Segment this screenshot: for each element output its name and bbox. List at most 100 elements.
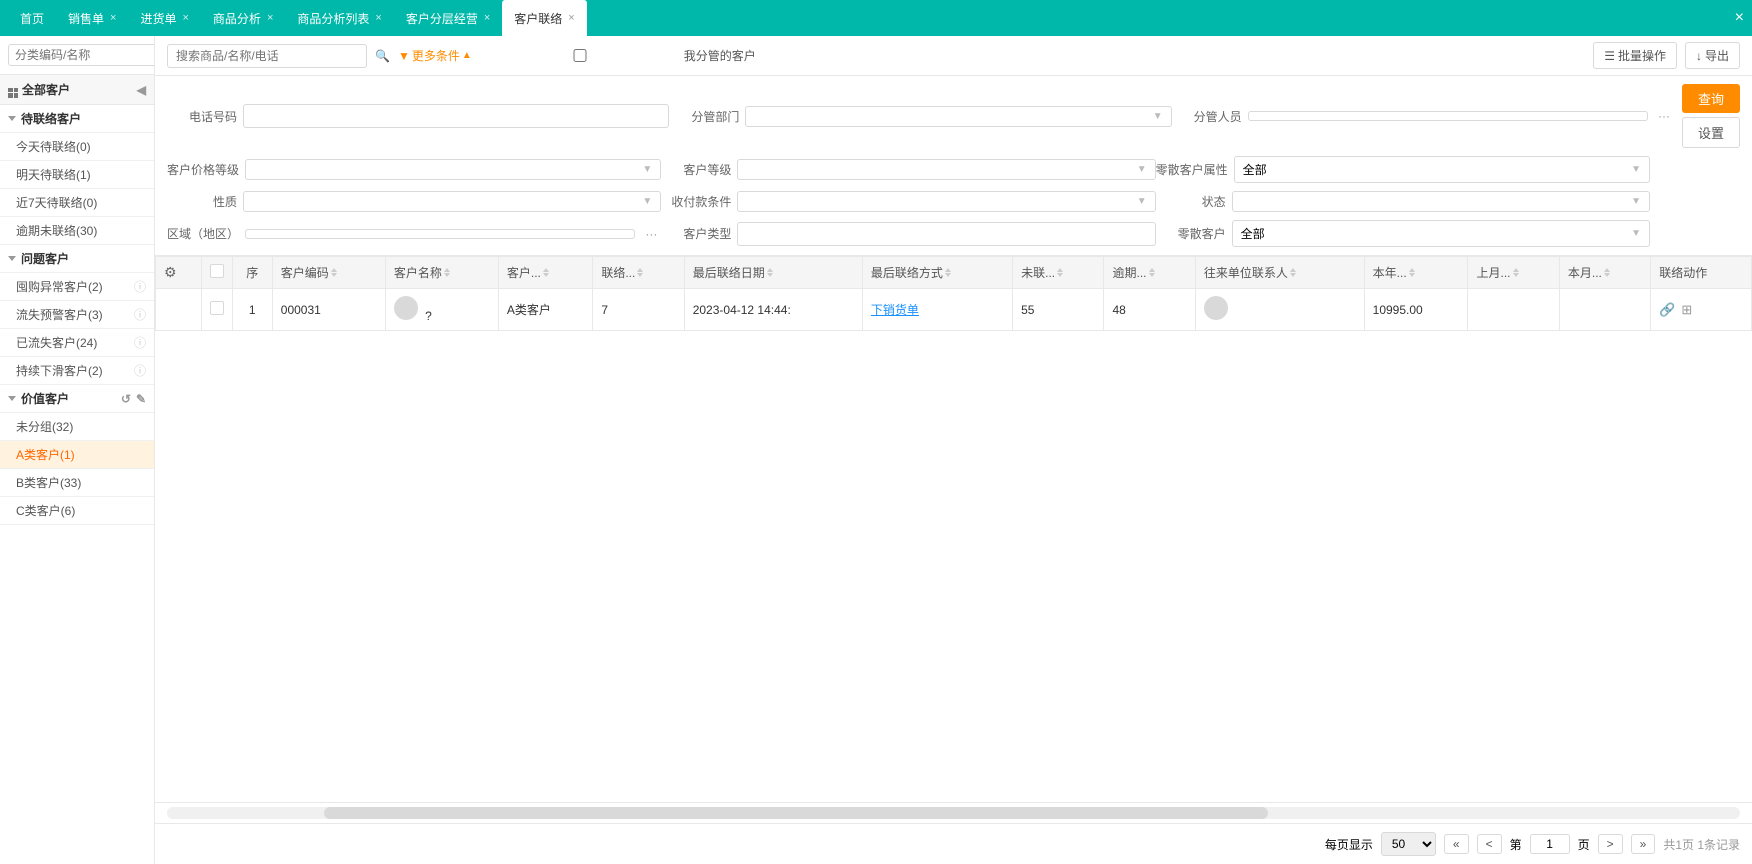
th-last-contact-date[interactable]: 最后联络日期: [684, 257, 862, 289]
sidebar-item-hoarding[interactable]: 囤购异常客户(2) ⓘ: [0, 273, 154, 301]
sidebar-item-class-b[interactable]: B类客户(33): [0, 469, 154, 497]
sidebar-item-today[interactable]: 今天待联络(0): [0, 133, 154, 161]
gear-column-header[interactable]: ⚙: [156, 257, 202, 289]
sidebar-item-class-c[interactable]: C类客户(6): [0, 497, 154, 525]
export-button[interactable]: ↓ 导出: [1685, 42, 1740, 69]
close-icon[interactable]: ×: [110, 12, 116, 24]
dept-select[interactable]: ▼: [745, 106, 1171, 127]
chevron-down-icon: ▼: [1137, 196, 1147, 207]
query-button[interactable]: 查询: [1682, 84, 1740, 113]
batch-op-button[interactable]: ☰ 批量操作: [1593, 42, 1677, 69]
th-no-contact[interactable]: 未联...: [1013, 257, 1104, 289]
region-select[interactable]: [245, 229, 635, 239]
phone-input[interactable]: [243, 104, 669, 128]
page-number-input[interactable]: [1530, 834, 1570, 854]
retail-customer-select[interactable]: 全部 ▼: [1232, 220, 1650, 247]
price-grade-select[interactable]: ▼: [245, 159, 661, 180]
pending-contact-section[interactable]: 待联络客户: [0, 105, 154, 133]
info-icon: ⓘ: [134, 334, 146, 351]
status-select[interactable]: ▼: [1232, 191, 1650, 212]
customer-grade-select[interactable]: ▼: [737, 159, 1155, 180]
td-actions: 🔗 ⊞: [1651, 289, 1752, 331]
status-label: 状态: [1156, 193, 1226, 210]
page-label: 第: [1510, 836, 1522, 853]
edit-icon[interactable]: ✎: [136, 392, 146, 406]
batch-icon: ☰: [1604, 49, 1615, 63]
horizontal-scrollbar[interactable]: [155, 802, 1752, 823]
refresh-icon[interactable]: ↺: [121, 392, 131, 406]
search-input[interactable]: [167, 44, 367, 68]
first-page-button[interactable]: «: [1444, 834, 1469, 854]
th-last-contact-method[interactable]: 最后联络方式: [862, 257, 1012, 289]
my-customers-label: 我分管的客户: [684, 47, 756, 64]
nav-tab-customer-contact[interactable]: 客户联络 ×: [502, 0, 586, 36]
prev-page-button[interactable]: <: [1477, 834, 1502, 854]
manager-label: 分管人员: [1172, 108, 1242, 125]
price-grade-label: 客户价格等级: [167, 161, 239, 178]
avatar: [1204, 296, 1228, 320]
table-area: ⚙ 序 客户编码 客户名称: [155, 256, 1752, 802]
triangle-down-icon: [8, 396, 16, 401]
next-page-button[interactable]: >: [1598, 834, 1623, 854]
th-contact-count[interactable]: 联络...: [593, 257, 684, 289]
sidebar-item-declining[interactable]: 持续下滑客户(2) ⓘ: [0, 357, 154, 385]
th-contact-person[interactable]: 往来单位联系人: [1195, 257, 1364, 289]
sidebar-search-input[interactable]: [8, 44, 155, 66]
sidebar-item-churn-warning[interactable]: 流失预警客户(3) ⓘ: [0, 301, 154, 329]
th-customer-type[interactable]: 客户...: [498, 257, 592, 289]
manager-select[interactable]: [1248, 111, 1648, 121]
payment-select[interactable]: ▼: [737, 191, 1155, 212]
th-customer-code[interactable]: 客户编码: [272, 257, 385, 289]
nav-tab-customer-layer[interactable]: 客户分层经营 ×: [394, 0, 502, 36]
problem-customers-section[interactable]: 问题客户: [0, 245, 154, 273]
sidebar-item-tomorrow[interactable]: 明天待联络(1): [0, 161, 154, 189]
sidebar-item-class-a[interactable]: A类客户(1): [0, 441, 154, 469]
region-dots-button[interactable]: ···: [641, 227, 661, 241]
page-size-select[interactable]: 50 100: [1381, 832, 1436, 856]
close-icon[interactable]: ×: [267, 12, 273, 24]
nav-tab-home[interactable]: 首页: [8, 0, 56, 36]
close-icon[interactable]: ×: [484, 12, 490, 24]
nature-select[interactable]: ▼: [243, 191, 661, 212]
manager-dots-button[interactable]: ···: [1654, 109, 1674, 123]
collapse-icon[interactable]: ◀: [137, 83, 146, 97]
th-last-month[interactable]: 上月...: [1468, 257, 1559, 289]
more-filters-button[interactable]: ▼ 更多条件 ▲: [398, 47, 472, 64]
th-this-year[interactable]: 本年...: [1364, 257, 1468, 289]
my-customers-checkbox[interactable]: 我分管的客户: [480, 47, 756, 64]
nav-tab-product-list[interactable]: 商品分析列表 ×: [285, 0, 393, 36]
sidebar-item-overdue[interactable]: 逾期未联络(30): [0, 217, 154, 245]
filter-row-1: 电话号码 分管部门 ▼ 分管人员: [167, 84, 1740, 148]
select-all-checkbox[interactable]: [210, 264, 224, 278]
triangle-down-icon: [8, 116, 16, 121]
sidebar-item-7days[interactable]: 近7天待联络(0): [0, 189, 154, 217]
td-gear: [156, 289, 202, 331]
qr-code-icon[interactable]: ⊞: [1681, 302, 1692, 318]
sidebar-item-unclassified[interactable]: 未分组(32): [0, 413, 154, 441]
last-page-button[interactable]: »: [1631, 834, 1656, 854]
nav-tab-product-analysis[interactable]: 商品分析 ×: [201, 0, 285, 36]
pagination: 每页显示 50 100 « < 第 页 > » 共1页 1条记录: [155, 823, 1752, 864]
th-customer-name[interactable]: 客户名称: [385, 257, 498, 289]
close-icon[interactable]: ×: [375, 12, 381, 24]
nav-tab-sales[interactable]: 销售单 ×: [56, 0, 128, 36]
retail-attr-select[interactable]: 全部 ▼: [1234, 156, 1650, 183]
close-icon[interactable]: ×: [182, 12, 188, 24]
contact-link-icon[interactable]: 🔗: [1659, 302, 1675, 318]
settings-button[interactable]: 设置: [1682, 117, 1740, 148]
close-icon[interactable]: ×: [568, 12, 574, 24]
td-last-contact-method[interactable]: 下销货单: [862, 289, 1012, 331]
sidebar-item-churned[interactable]: 已流失客户(24) ⓘ: [0, 329, 154, 357]
close-all-button[interactable]: ×: [1735, 9, 1744, 27]
search-button[interactable]: 🔍: [375, 49, 390, 63]
th-overdue[interactable]: 逾期...: [1104, 257, 1195, 289]
chevron-down-icon: ▼: [1631, 228, 1641, 239]
customer-type-input[interactable]: [737, 222, 1155, 246]
th-this-month[interactable]: 本月...: [1559, 257, 1650, 289]
all-customers-header[interactable]: 全部客户 ◀: [0, 75, 154, 105]
gear-icon[interactable]: ⚙: [164, 264, 177, 280]
row-checkbox[interactable]: [210, 301, 224, 315]
nav-tab-purchase[interactable]: 进货单 ×: [128, 0, 200, 36]
payment-label: 收付款条件: [661, 193, 731, 210]
value-customers-section[interactable]: 价值客户 ↺ ✎: [0, 385, 154, 413]
